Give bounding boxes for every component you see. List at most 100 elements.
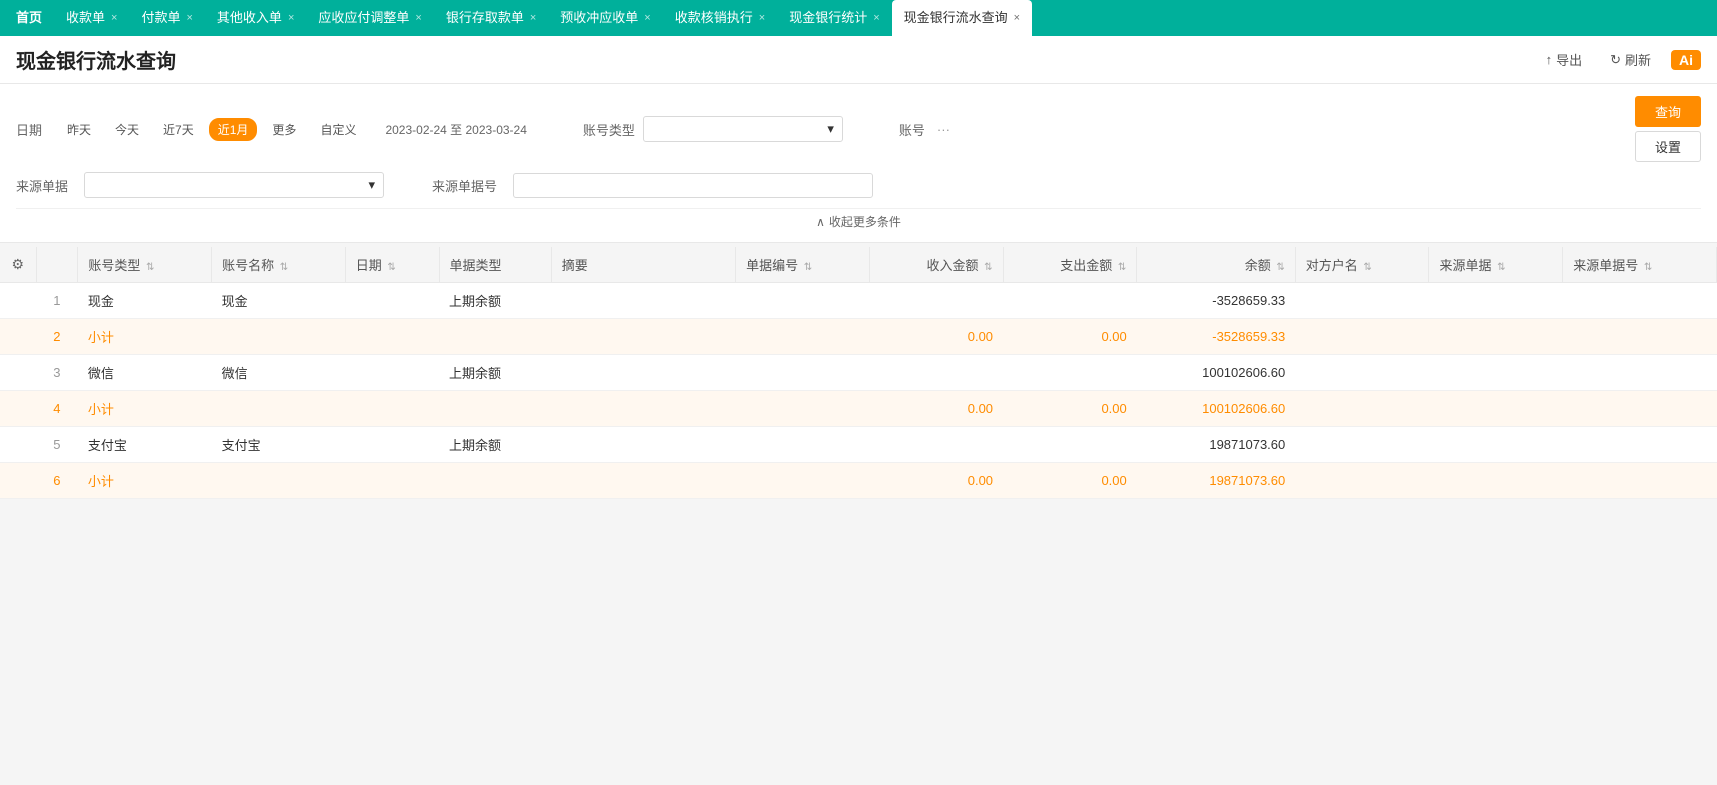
export-button[interactable]: ↑ 导出: [1538, 46, 1591, 73]
table-cell: [551, 463, 735, 499]
nav-receipt-close[interactable]: ×: [111, 0, 117, 36]
ai-button[interactable]: Ai: [1671, 50, 1701, 70]
table-cell: [345, 391, 439, 427]
table-cell: [0, 283, 36, 319]
table-cell: [736, 427, 870, 463]
table-cell: 支付宝: [212, 427, 346, 463]
data-table: ⚙ 账号类型 ⇅ 账号名称 ⇅ 日期 ⇅ 单据类型: [0, 247, 1717, 499]
date-recent7[interactable]: 近7天: [154, 118, 203, 141]
table-cell: [1003, 427, 1137, 463]
nav-verify-close[interactable]: ×: [759, 0, 765, 36]
table-cell: [439, 391, 551, 427]
table-cell: 5: [36, 427, 78, 463]
table-cell: [1563, 463, 1717, 499]
source-doc-num-label: 来源单据号: [432, 176, 497, 195]
date-range-display: 2023-02-24 至 2023-03-24: [385, 121, 526, 138]
date-today[interactable]: 今天: [106, 118, 148, 141]
nav-payment-close[interactable]: ×: [186, 0, 192, 36]
sort-icon-source-doc: ⇅: [1497, 262, 1505, 273]
nav-home-label: 首页: [16, 0, 42, 36]
table-row[interactable]: 1现金现金上期余额-3528659.33: [0, 283, 1717, 319]
table-cell: [0, 355, 36, 391]
table-cell: [1563, 283, 1717, 319]
account-type-chevron: ▾: [827, 121, 834, 137]
nav-bank-deposit-close[interactable]: ×: [530, 0, 536, 36]
column-settings-icon[interactable]: ⚙: [11, 256, 24, 272]
table-cell: 0.00: [869, 463, 1003, 499]
table-cell: 上期余额: [439, 355, 551, 391]
th-balance[interactable]: 余额 ⇅: [1137, 247, 1296, 283]
table-cell: 0.00: [1003, 319, 1137, 355]
table-cell: [345, 463, 439, 499]
table-cell: 支付宝: [78, 427, 212, 463]
nav-item-other-income[interactable]: 其他收入单 ×: [205, 0, 306, 36]
nav-item-bank-stat[interactable]: 现金银行统计 ×: [777, 0, 891, 36]
table-cell: [1003, 283, 1137, 319]
nav-receipt-label: 收款单: [66, 0, 105, 36]
nav-item-payment[interactable]: 付款单 ×: [129, 0, 204, 36]
nav-item-advance[interactable]: 预收冲应收单 ×: [548, 0, 662, 36]
date-more[interactable]: 更多: [263, 118, 305, 141]
th-account-name[interactable]: 账号名称 ⇅: [212, 247, 346, 283]
table-cell: 现金: [212, 283, 346, 319]
table-cell: 4: [36, 391, 78, 427]
table-cell: 2: [36, 319, 78, 355]
filter-row-date: 日期 昨天 今天 近7天 近1月 更多 自定义 2023-02-24 至 202…: [16, 96, 1701, 162]
nav-advance-close[interactable]: ×: [644, 0, 650, 36]
table-cell: [439, 319, 551, 355]
th-counterparty[interactable]: 对方户名 ⇅: [1295, 247, 1429, 283]
table-cell: [869, 283, 1003, 319]
table-cell: [551, 427, 735, 463]
table-cell: [1295, 391, 1429, 427]
nav-other-income-close[interactable]: ×: [288, 0, 294, 36]
refresh-button[interactable]: ↻ 刷新: [1602, 46, 1659, 73]
table-body: 1现金现金上期余额-3528659.332小计0.000.00-3528659.…: [0, 283, 1717, 499]
table-cell: 微信: [212, 355, 346, 391]
date-yesterday[interactable]: 昨天: [58, 118, 100, 141]
account-type-select[interactable]: ▾: [643, 116, 843, 142]
table-cell: [1429, 463, 1563, 499]
nav-bank-deposit-label: 银行存取款单: [446, 0, 524, 36]
table-cell: [0, 319, 36, 355]
page-title: 现金银行流水查询: [16, 45, 176, 74]
nav-item-receipt[interactable]: 收款单 ×: [54, 0, 129, 36]
source-doc-select[interactable]: ▾: [84, 172, 384, 198]
collapse-label: 收起更多条件: [829, 213, 901, 230]
nav-item-bank-flow[interactable]: 现金银行流水查询 ×: [892, 0, 1032, 36]
th-doc-no[interactable]: 单据编号 ⇅: [736, 247, 870, 283]
th-expense[interactable]: 支出金额 ⇅: [1003, 247, 1137, 283]
nav-item-verify[interactable]: 收款核销执行 ×: [663, 0, 777, 36]
th-summary: 摘要: [551, 247, 735, 283]
table-cell: [439, 463, 551, 499]
table-cell: [736, 355, 870, 391]
date-custom[interactable]: 自定义: [311, 118, 365, 141]
table-row[interactable]: 5支付宝支付宝上期余额19871073.60: [0, 427, 1717, 463]
th-account-type[interactable]: 账号类型 ⇅: [78, 247, 212, 283]
table-cell: [345, 355, 439, 391]
table-cell: [1295, 355, 1429, 391]
table-cell: [1563, 427, 1717, 463]
nav-ap-adjust-close[interactable]: ×: [415, 0, 421, 36]
th-source-doc[interactable]: 来源单据 ⇅: [1429, 247, 1563, 283]
th-source-doc-no[interactable]: 来源单据号 ⇅: [1563, 247, 1717, 283]
date-recent1m[interactable]: 近1月: [209, 118, 258, 141]
nav-bank-flow-close[interactable]: ×: [1014, 0, 1020, 36]
table-cell: -3528659.33: [1137, 283, 1296, 319]
th-row-num: [36, 247, 78, 283]
nav-item-home[interactable]: 首页: [4, 0, 54, 36]
table-row[interactable]: 3微信微信上期余额100102606.60: [0, 355, 1717, 391]
nav-item-ap-adjust[interactable]: 应收应付调整单 ×: [306, 0, 433, 36]
account-dots[interactable]: ···: [933, 122, 954, 137]
nav-bank-stat-close[interactable]: ×: [873, 0, 879, 36]
collapse-bar[interactable]: ∧ 收起更多条件: [16, 208, 1701, 234]
th-income[interactable]: 收入金额 ⇅: [869, 247, 1003, 283]
table-row[interactable]: 4小计0.000.00100102606.60: [0, 391, 1717, 427]
settings-button[interactable]: 设置: [1635, 131, 1701, 162]
th-date[interactable]: 日期 ⇅: [345, 247, 439, 283]
account-label: 账号: [899, 120, 925, 139]
nav-item-bank-deposit[interactable]: 银行存取款单 ×: [434, 0, 548, 36]
source-doc-num-input[interactable]: [513, 173, 873, 198]
query-button[interactable]: 查询: [1635, 96, 1701, 127]
table-row[interactable]: 2小计0.000.00-3528659.33: [0, 319, 1717, 355]
table-row[interactable]: 6小计0.000.0019871073.60: [0, 463, 1717, 499]
